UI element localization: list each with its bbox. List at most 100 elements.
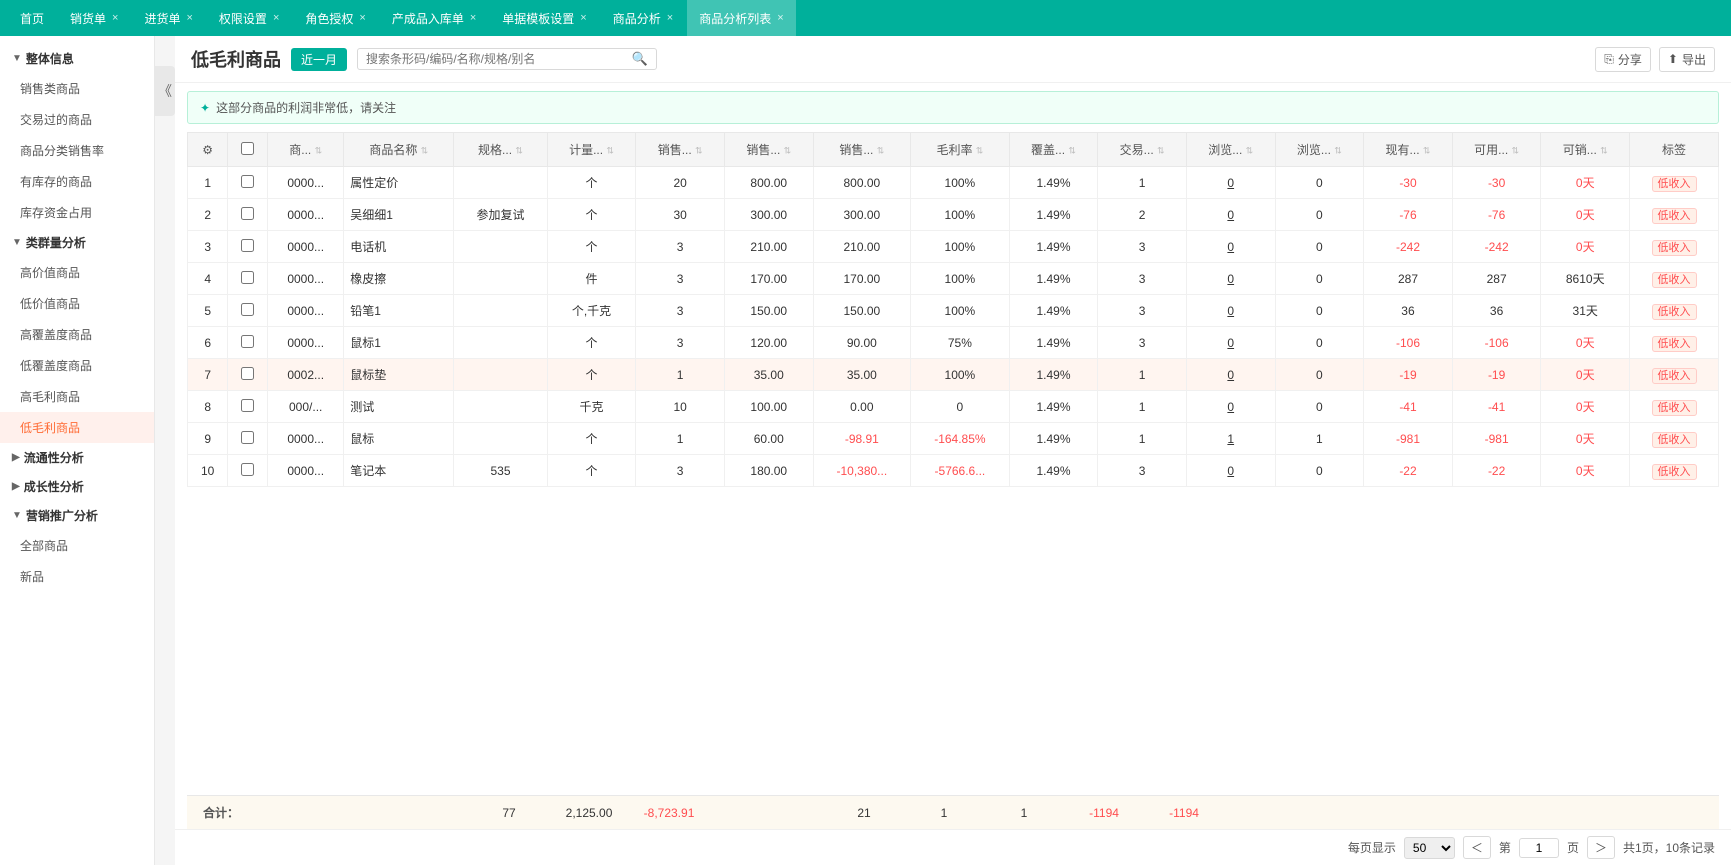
cell-checkbox-6[interactable] — [228, 359, 268, 391]
sidebar-item-low-margin[interactable]: 低毛利商品 — [0, 412, 154, 443]
select-all-checkbox[interactable] — [241, 142, 254, 155]
cell-checkbox-2[interactable] — [228, 231, 268, 263]
sort-stock-sellable[interactable]: ⇅ — [1600, 145, 1608, 155]
row-checkbox-3[interactable] — [241, 271, 254, 284]
sidebar-group-growth[interactable]: ▶ 成长性分析 — [0, 472, 154, 501]
col-checkbox[interactable] — [228, 133, 268, 167]
next-page-button[interactable]: ＞ — [1587, 836, 1615, 859]
cell-view1-7[interactable]: 0 — [1186, 391, 1275, 423]
nav-product-analysis-list[interactable]: 商品分析列表 × — [687, 0, 795, 36]
cell-checkbox-1[interactable] — [228, 199, 268, 231]
sort-stock-current[interactable]: ⇅ — [1423, 145, 1431, 155]
cell-name-9[interactable]: 笔记本 — [344, 455, 454, 487]
row-checkbox-0[interactable] — [241, 175, 254, 188]
sidebar-collapse-button[interactable]: 《 — [155, 66, 175, 116]
sidebar-group-cluster[interactable]: ▼ 类群量分析 — [0, 228, 154, 257]
cell-checkbox-8[interactable] — [228, 423, 268, 455]
search-input[interactable] — [366, 52, 632, 66]
cell-view1-3[interactable]: 0 — [1186, 263, 1275, 295]
sidebar-group-circulation[interactable]: ▶ 流通性分析 — [0, 443, 154, 472]
row-checkbox-5[interactable] — [241, 335, 254, 348]
cell-checkbox-3[interactable] — [228, 263, 268, 295]
cell-view1-0[interactable]: 0 — [1186, 167, 1275, 199]
sort-sales-qty[interactable]: ⇅ — [695, 145, 703, 155]
sort-spec[interactable]: ⇅ — [515, 145, 523, 155]
nav-role-close[interactable]: × — [359, 12, 365, 24]
row-checkbox-1[interactable] — [241, 207, 254, 220]
sort-gross-margin[interactable]: ⇅ — [976, 145, 984, 155]
nav-purchase[interactable]: 进货单 × — [132, 0, 204, 36]
nav-template-close[interactable]: × — [580, 12, 586, 24]
sort-sales-amount[interactable]: ⇅ — [877, 145, 885, 155]
sidebar-item-low-value[interactable]: 低价值商品 — [0, 288, 154, 319]
sort-unit[interactable]: ⇅ — [606, 145, 614, 155]
sidebar-item-new-goods[interactable]: 新品 — [0, 561, 154, 592]
cell-checkbox-9[interactable] — [228, 455, 268, 487]
sidebar-item-all-goods[interactable]: 全部商品 — [0, 530, 154, 561]
row-checkbox-2[interactable] — [241, 239, 254, 252]
nav-purchase-close[interactable]: × — [186, 12, 192, 24]
sort-sales-price[interactable]: ⇅ — [784, 145, 792, 155]
sidebar-item-inventory-capital[interactable]: 库存资金占用 — [0, 197, 154, 228]
row-checkbox-6[interactable] — [241, 367, 254, 380]
sidebar-item-category-rate[interactable]: 商品分类销售率 — [0, 135, 154, 166]
cell-checkbox-0[interactable] — [228, 167, 268, 199]
cell-view1-1[interactable]: 0 — [1186, 199, 1275, 231]
cell-name-3[interactable]: 橡皮擦 — [344, 263, 454, 295]
cell-name-5[interactable]: 鼠标1 — [344, 327, 454, 359]
col-settings[interactable]: ⚙ — [188, 133, 228, 167]
cell-name-7[interactable]: 测试 — [344, 391, 454, 423]
sidebar-item-low-coverage[interactable]: 低覆盖度商品 — [0, 350, 154, 381]
sidebar-group-marketing[interactable]: ▼ 营销推广分析 — [0, 501, 154, 530]
cell-view1-8[interactable]: 1 — [1186, 423, 1275, 455]
cell-view1-2[interactable]: 0 — [1186, 231, 1275, 263]
row-checkbox-4[interactable] — [241, 303, 254, 316]
sidebar-item-high-coverage[interactable]: 高覆盖度商品 — [0, 319, 154, 350]
cell-name-4[interactable]: 铅笔1 — [344, 295, 454, 327]
sort-transaction[interactable]: ⇅ — [1157, 145, 1165, 155]
nav-analysis-list-close[interactable]: × — [777, 12, 783, 24]
export-button[interactable]: ⬆ 导出 — [1659, 47, 1715, 72]
cell-checkbox-4[interactable] — [228, 295, 268, 327]
share-button[interactable]: ⎘ 分享 — [1595, 47, 1651, 72]
nav-product-analysis[interactable]: 商品分析 × — [601, 0, 685, 36]
nav-sales-close[interactable]: × — [112, 12, 118, 24]
cell-view1-4[interactable]: 0 — [1186, 295, 1275, 327]
cell-view1-6[interactable]: 0 — [1186, 359, 1275, 391]
search-icon[interactable]: 🔍 — [632, 51, 648, 67]
sort-code[interactable]: ⇅ — [315, 145, 323, 155]
table-container[interactable]: ⚙ 商... ⇅ 商品名称 ⇅ 规格... ⇅ 计量... ⇅ 销售... ⇅ … — [187, 132, 1719, 795]
cell-name-0[interactable]: 属性定价 — [344, 167, 454, 199]
sidebar-item-traded-goods[interactable]: 交易过的商品 — [0, 104, 154, 135]
sidebar-item-sales-goods[interactable]: 销售类商品 — [0, 73, 154, 104]
nav-home[interactable]: 首页 — [8, 0, 56, 36]
row-checkbox-8[interactable] — [241, 431, 254, 444]
cell-checkbox-5[interactable] — [228, 327, 268, 359]
cell-name-2[interactable]: 电话机 — [344, 231, 454, 263]
cell-view1-5[interactable]: 0 — [1186, 327, 1275, 359]
nav-sales[interactable]: 销货单 × — [58, 0, 130, 36]
row-checkbox-9[interactable] — [241, 463, 254, 476]
cell-name-1[interactable]: 吴细细1 — [344, 199, 454, 231]
nav-analysis-close[interactable]: × — [667, 12, 673, 24]
nav-product-entry[interactable]: 产成品入库单 × — [380, 0, 488, 36]
cell-checkbox-7[interactable] — [228, 391, 268, 423]
sidebar-item-high-value[interactable]: 高价值商品 — [0, 257, 154, 288]
sidebar-group-overall[interactable]: ▼ 整体信息 — [0, 44, 154, 73]
cell-name-8[interactable]: 鼠标 — [344, 423, 454, 455]
sidebar-item-stock-goods[interactable]: 有库存的商品 — [0, 166, 154, 197]
sort-view2[interactable]: ⇅ — [1334, 145, 1342, 155]
page-input[interactable] — [1519, 838, 1559, 858]
prev-page-button[interactable]: ＜ — [1463, 836, 1491, 859]
nav-permissions-close[interactable]: × — [273, 12, 279, 24]
sort-coverage[interactable]: ⇅ — [1068, 145, 1076, 155]
cell-name-6[interactable]: 鼠标垫 — [344, 359, 454, 391]
sidebar-item-high-margin[interactable]: 高毛利商品 — [0, 381, 154, 412]
per-page-select[interactable]: 50 100 200 — [1404, 837, 1455, 859]
nav-permissions[interactable]: 权限设置 × — [207, 0, 291, 36]
nav-template-settings[interactable]: 单据模板设置 × — [490, 0, 598, 36]
nav-product-entry-close[interactable]: × — [470, 12, 476, 24]
filter-button[interactable]: 近一月 — [291, 48, 347, 71]
sort-name[interactable]: ⇅ — [421, 145, 429, 155]
row-checkbox-7[interactable] — [241, 399, 254, 412]
